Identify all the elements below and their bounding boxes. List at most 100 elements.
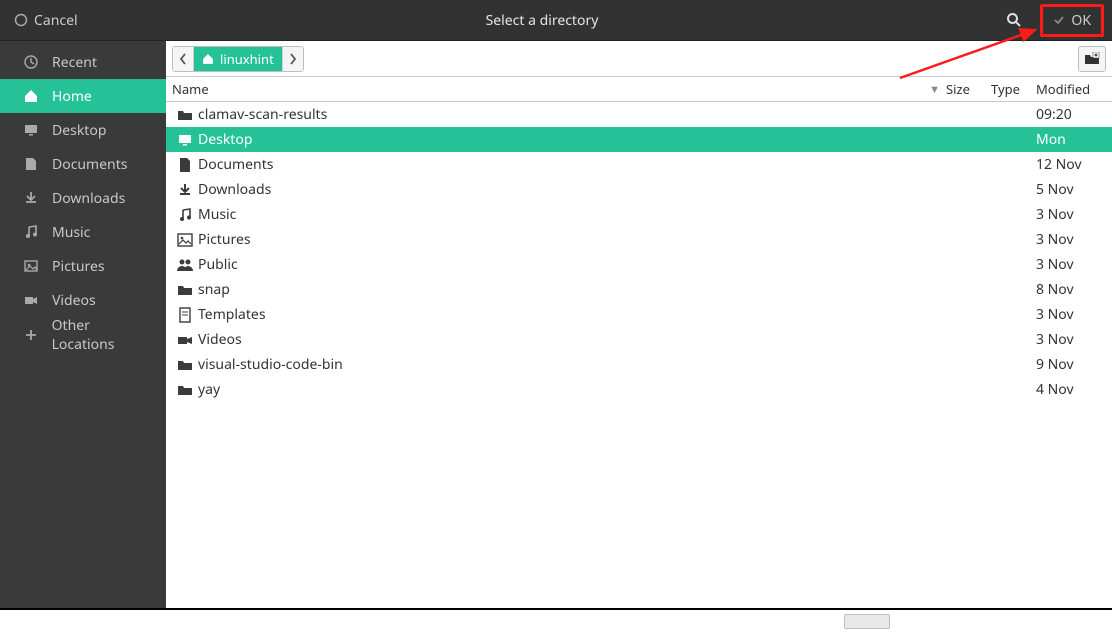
document-icon: [172, 157, 198, 173]
sidebar-item-label: Other Locations: [52, 316, 154, 354]
sidebar: Recent Home Desktop Documents Downloads …: [0, 41, 166, 608]
file-name: snap: [198, 280, 946, 299]
clock-icon: [22, 54, 40, 70]
sidebar-item-label: Pictures: [52, 257, 105, 276]
file-row[interactable]: Downloads 5 Nov: [166, 177, 1112, 202]
image-icon: [22, 258, 40, 274]
sidebar-item-music[interactable]: Music: [0, 215, 166, 249]
file-row[interactable]: Documents12 Nov: [166, 152, 1112, 177]
file-modified: 3 Nov: [1036, 330, 1106, 349]
folder-icon: [172, 108, 198, 122]
sidebar-item-pictures[interactable]: Pictures: [0, 249, 166, 283]
file-list[interactable]: clamav-scan-results 09:20 Desktop Mon Docume…: [166, 102, 1112, 608]
file-modified: 4 Nov: [1036, 380, 1106, 399]
file-modified: 09:20: [1036, 105, 1106, 124]
new-folder-icon: [1084, 52, 1100, 66]
file-name: Music: [198, 205, 946, 224]
column-header-type[interactable]: Type: [991, 80, 1036, 98]
chevron-right-icon: [289, 53, 297, 65]
path-segment-home[interactable]: linuxhint: [194, 47, 283, 71]
column-header-name[interactable]: Name ▼: [172, 80, 946, 98]
file-name: clamav-scan-results: [198, 105, 946, 124]
document-icon: [22, 156, 40, 172]
sidebar-item-label: Music: [52, 223, 90, 242]
file-modified: 3 Nov: [1036, 255, 1106, 274]
file-modified: 3 Nov: [1036, 230, 1106, 249]
file-name: Templates: [198, 305, 946, 324]
check-icon: [1053, 14, 1065, 26]
cancel-icon: [14, 13, 28, 27]
cancel-label: Cancel: [34, 11, 78, 30]
path-forward-button[interactable]: [283, 47, 303, 71]
path-back-button[interactable]: [173, 47, 194, 71]
camera-icon: [172, 333, 198, 347]
search-icon: [1006, 12, 1022, 28]
new-folder-button[interactable]: [1078, 46, 1106, 72]
table-header: Name ▼ Size Type Modified: [166, 77, 1112, 102]
sidebar-item-label: Downloads: [52, 189, 125, 208]
file-name: Pictures: [198, 230, 946, 249]
file-name: Videos: [198, 330, 946, 349]
music-icon: [22, 224, 40, 240]
cancel-button[interactable]: Cancel: [8, 9, 84, 32]
search-button[interactable]: [1000, 6, 1028, 34]
file-chooser-dialog: Cancel Select a directory OK Recent: [0, 0, 1112, 610]
column-header-size[interactable]: Size: [946, 80, 991, 98]
scrollbar-track: [0, 610, 1112, 633]
sidebar-item-label: Videos: [52, 291, 96, 310]
file-row[interactable]: Templates3 Nov: [166, 302, 1112, 327]
people-icon: [172, 258, 198, 272]
file-modified: 5 Nov: [1036, 180, 1106, 199]
titlebar-right: OK: [1000, 4, 1104, 37]
home-icon: [22, 88, 40, 104]
file-row[interactable]: Videos 3 Nov: [166, 327, 1112, 352]
file-name: Documents: [198, 155, 946, 174]
sidebar-item-label: Recent: [52, 53, 97, 72]
file-name: Downloads: [198, 180, 946, 199]
dialog-title: Select a directory: [84, 11, 1001, 30]
sidebar-item-recent[interactable]: Recent: [0, 45, 166, 79]
file-row[interactable]: snap 8 Nov: [166, 277, 1112, 302]
main-panel: linuxhint Name ▼ Size Type Mod: [166, 41, 1112, 608]
file-name: Desktop: [198, 130, 946, 149]
file-row[interactable]: Music3 Nov: [166, 202, 1112, 227]
ok-button[interactable]: OK: [1040, 4, 1104, 37]
sidebar-item-downloads[interactable]: Downloads: [0, 181, 166, 215]
sidebar-item-documents[interactable]: Documents: [0, 147, 166, 181]
download-icon: [172, 182, 198, 198]
file-row[interactable]: clamav-scan-results 09:20: [166, 102, 1112, 127]
file-name: yay: [198, 380, 946, 399]
file-row[interactable]: yay 4 Nov: [166, 377, 1112, 402]
folder-icon: [172, 383, 198, 397]
file-modified: 9 Nov: [1036, 355, 1106, 374]
file-row[interactable]: Pictures 3 Nov: [166, 227, 1112, 252]
file-modified: Mon: [1036, 130, 1106, 149]
file-row[interactable]: Desktop Mon: [166, 127, 1112, 152]
chevron-left-icon: [179, 53, 187, 65]
path-segment-label: linuxhint: [220, 50, 274, 68]
sidebar-item-other-locations[interactable]: Other Locations: [0, 318, 166, 352]
folder-icon: [172, 283, 198, 297]
file-row[interactable]: visual-studio-code-bin 9 Nov: [166, 352, 1112, 377]
folder-icon: [172, 358, 198, 372]
sidebar-item-home[interactable]: Home: [0, 79, 166, 113]
music-icon: [172, 207, 198, 223]
desktop-icon: [22, 122, 40, 138]
file-name: visual-studio-code-bin: [198, 355, 946, 374]
column-header-modified[interactable]: Modified: [1036, 80, 1106, 98]
sidebar-item-label: Desktop: [52, 121, 106, 140]
sidebar-item-videos[interactable]: Videos: [0, 283, 166, 317]
ok-label: OK: [1071, 11, 1091, 30]
sidebar-item-label: Documents: [52, 155, 127, 174]
file-row[interactable]: Public3 Nov: [166, 252, 1112, 277]
download-icon: [22, 190, 40, 206]
toolbar: linuxhint: [166, 41, 1112, 77]
file-modified: 8 Nov: [1036, 280, 1106, 299]
column-name-label: Name: [172, 80, 209, 98]
home-icon: [202, 53, 214, 65]
sort-descending-icon: ▼: [929, 82, 940, 97]
sidebar-item-desktop[interactable]: Desktop: [0, 113, 166, 147]
sidebar-item-label: Home: [52, 87, 92, 106]
image-icon: [172, 233, 198, 247]
scrollbar-thumb[interactable]: [844, 614, 890, 629]
